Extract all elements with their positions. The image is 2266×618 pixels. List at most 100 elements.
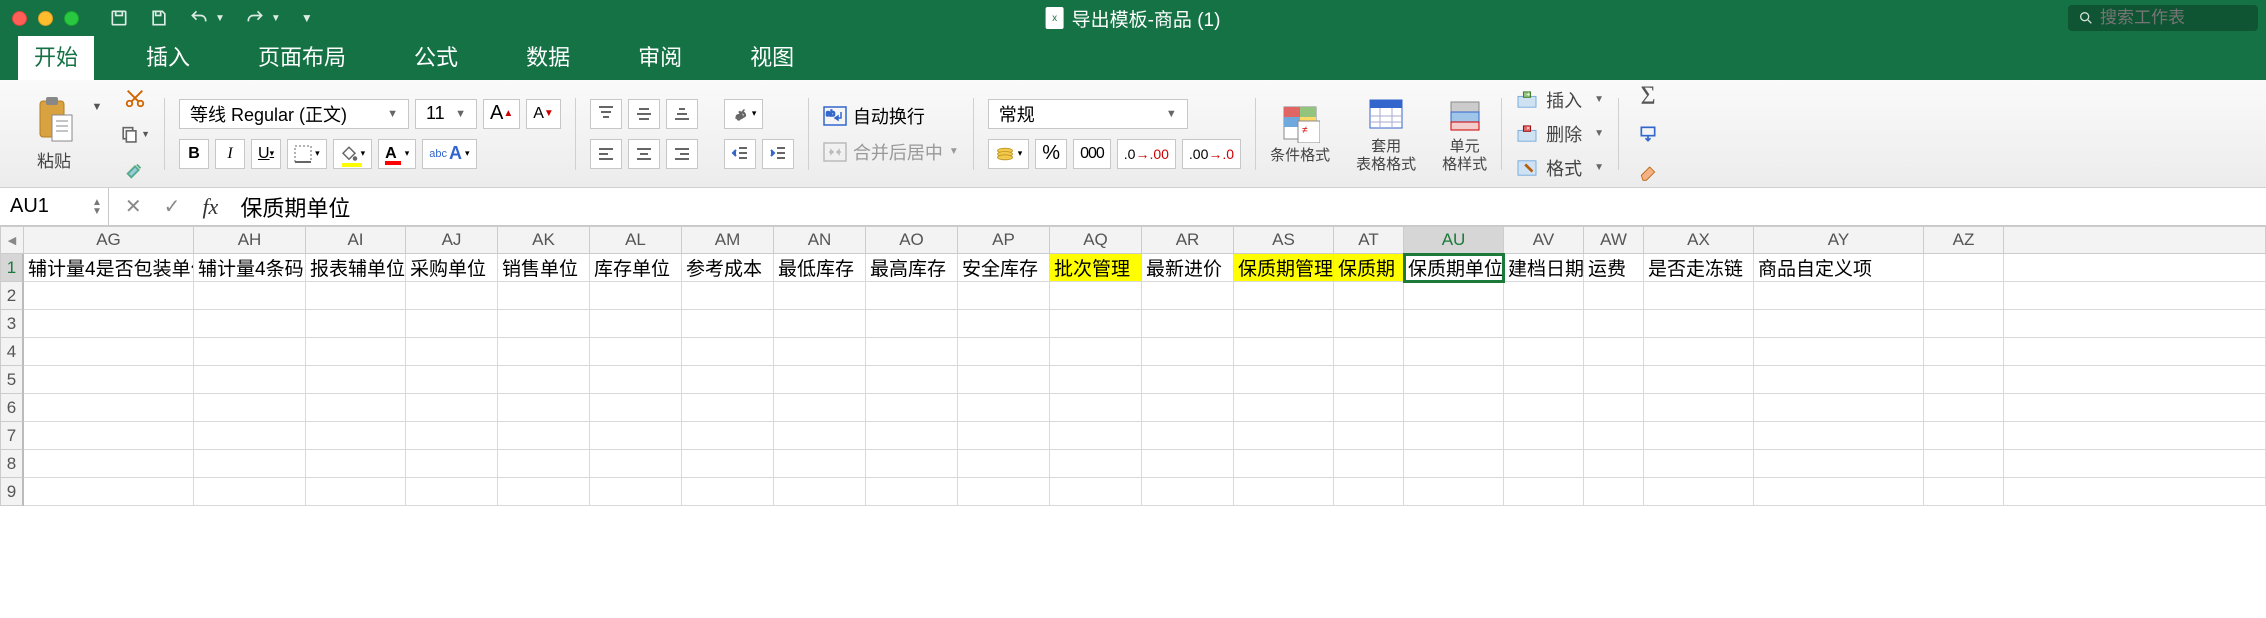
cell-AS6[interactable] [1234,394,1334,422]
cell-AK7[interactable] [498,422,590,450]
cell-AQ7[interactable] [1050,422,1142,450]
cell-AM2[interactable] [682,282,774,310]
cell-AU5[interactable] [1404,366,1504,394]
cell-AV1[interactable]: 建档日期 [1504,254,1584,282]
cell-AZ5[interactable] [1924,366,2004,394]
cell-AY9[interactable] [1754,478,1924,506]
maximize-window-button[interactable] [64,11,79,26]
cell-AX3[interactable] [1644,310,1754,338]
cell-AU9[interactable] [1404,478,1504,506]
cell-AK3[interactable] [498,310,590,338]
cell-AO6[interactable] [866,394,958,422]
cell-AI1[interactable]: 报表辅单位 [306,254,406,282]
cell-AG8[interactable] [24,450,194,478]
cell-AV7[interactable] [1504,422,1584,450]
cell-AR5[interactable] [1142,366,1234,394]
delete-cells-button[interactable]: × 删除 ▼ [1516,121,1604,147]
cell-AK1[interactable]: 销售单位 [498,254,590,282]
column-header-AM[interactable]: AM [682,226,774,254]
cell-AU8[interactable] [1404,450,1504,478]
cell-AO8[interactable] [866,450,958,478]
row-header-5[interactable]: 5 [0,366,24,394]
cell-AI2[interactable] [306,282,406,310]
cell-AQ9[interactable] [1050,478,1142,506]
font-color-button[interactable]: A ▾ [378,139,416,169]
column-header-AT[interactable]: AT [1334,226,1404,254]
minimize-window-button[interactable] [38,11,53,26]
shrink-font-button[interactable]: A▼ [526,99,561,129]
cell-AM4[interactable] [682,338,774,366]
autosum-button[interactable]: Σ [1633,81,1663,111]
column-header-AP[interactable]: AP [958,226,1050,254]
cell-AP3[interactable] [958,310,1050,338]
cell-AZ2[interactable] [1924,282,2004,310]
cell-AM1[interactable]: 参考成本 [682,254,774,282]
cell-AQ6[interactable] [1050,394,1142,422]
column-header-AS[interactable]: AS [1234,226,1334,254]
cell-AN1[interactable]: 最低库存 [774,254,866,282]
name-box-spinner[interactable]: ▲▼ [92,198,102,216]
column-header-AI[interactable]: AI [306,226,406,254]
decrease-indent-button[interactable] [724,139,756,169]
cell-AQ5[interactable] [1050,366,1142,394]
tab-home[interactable]: 开始 [18,32,94,80]
cell-AY8[interactable] [1754,450,1924,478]
cell-AI4[interactable] [306,338,406,366]
cell-AG9[interactable] [24,478,194,506]
row-header-7[interactable]: 7 [0,422,24,450]
redo-button[interactable]: ▼ [245,8,281,28]
cell-AG1[interactable]: 辅计量4是否包装单位 [24,254,194,282]
cell-AZ8[interactable] [1924,450,2004,478]
cell-AQ4[interactable] [1050,338,1142,366]
cell-AJ3[interactable] [406,310,498,338]
cell-AX9[interactable] [1644,478,1754,506]
row-header-4[interactable]: 4 [0,338,24,366]
column-header-AW[interactable]: AW [1584,226,1644,254]
search-sheet-box[interactable] [2068,5,2258,31]
cell-AW5[interactable] [1584,366,1644,394]
tab-data[interactable]: 数据 [510,32,586,80]
tab-formulas[interactable]: 公式 [398,32,474,80]
search-input[interactable] [2100,8,2250,28]
cell-AV4[interactable] [1504,338,1584,366]
cell-AR3[interactable] [1142,310,1234,338]
cell-AJ7[interactable] [406,422,498,450]
column-header-AL[interactable]: AL [590,226,682,254]
cell-AU4[interactable] [1404,338,1504,366]
cell-AZ7[interactable] [1924,422,2004,450]
tab-page-layout[interactable]: 页面布局 [242,32,362,80]
cell-AX6[interactable] [1644,394,1754,422]
cell-AJ9[interactable] [406,478,498,506]
align-center-button[interactable] [628,139,660,169]
cell-AQ1[interactable]: 批次管理 [1050,254,1142,282]
cell-AZ6[interactable] [1924,394,2004,422]
cell-AK9[interactable] [498,478,590,506]
row-header-8[interactable]: 8 [0,450,24,478]
cell-AJ8[interactable] [406,450,498,478]
cell-AX7[interactable] [1644,422,1754,450]
percent-format-button[interactable]: % [1035,139,1067,169]
cell-AR7[interactable] [1142,422,1234,450]
autosave-button[interactable] [109,8,129,28]
cell-AQ3[interactable] [1050,310,1142,338]
cell-AX4[interactable] [1644,338,1754,366]
cell-AZ3[interactable] [1924,310,2004,338]
align-bottom-button[interactable] [666,99,698,129]
cell-AL6[interactable] [590,394,682,422]
cell-AY3[interactable] [1754,310,1924,338]
cell-AK8[interactable] [498,450,590,478]
cell-AN4[interactable] [774,338,866,366]
fill-menu-button[interactable] [1633,119,1663,149]
cell-AI8[interactable] [306,450,406,478]
cell-AI7[interactable] [306,422,406,450]
formula-input[interactable] [240,194,2250,220]
cell-AU6[interactable] [1404,394,1504,422]
cell-AL7[interactable] [590,422,682,450]
cell-AH1[interactable]: 辅计量4条码 [194,254,306,282]
column-header-AO[interactable]: AO [866,226,958,254]
align-middle-button[interactable] [628,99,660,129]
align-left-button[interactable] [590,139,622,169]
cell-AL3[interactable] [590,310,682,338]
cell-AX2[interactable] [1644,282,1754,310]
cell-AT4[interactable] [1334,338,1404,366]
